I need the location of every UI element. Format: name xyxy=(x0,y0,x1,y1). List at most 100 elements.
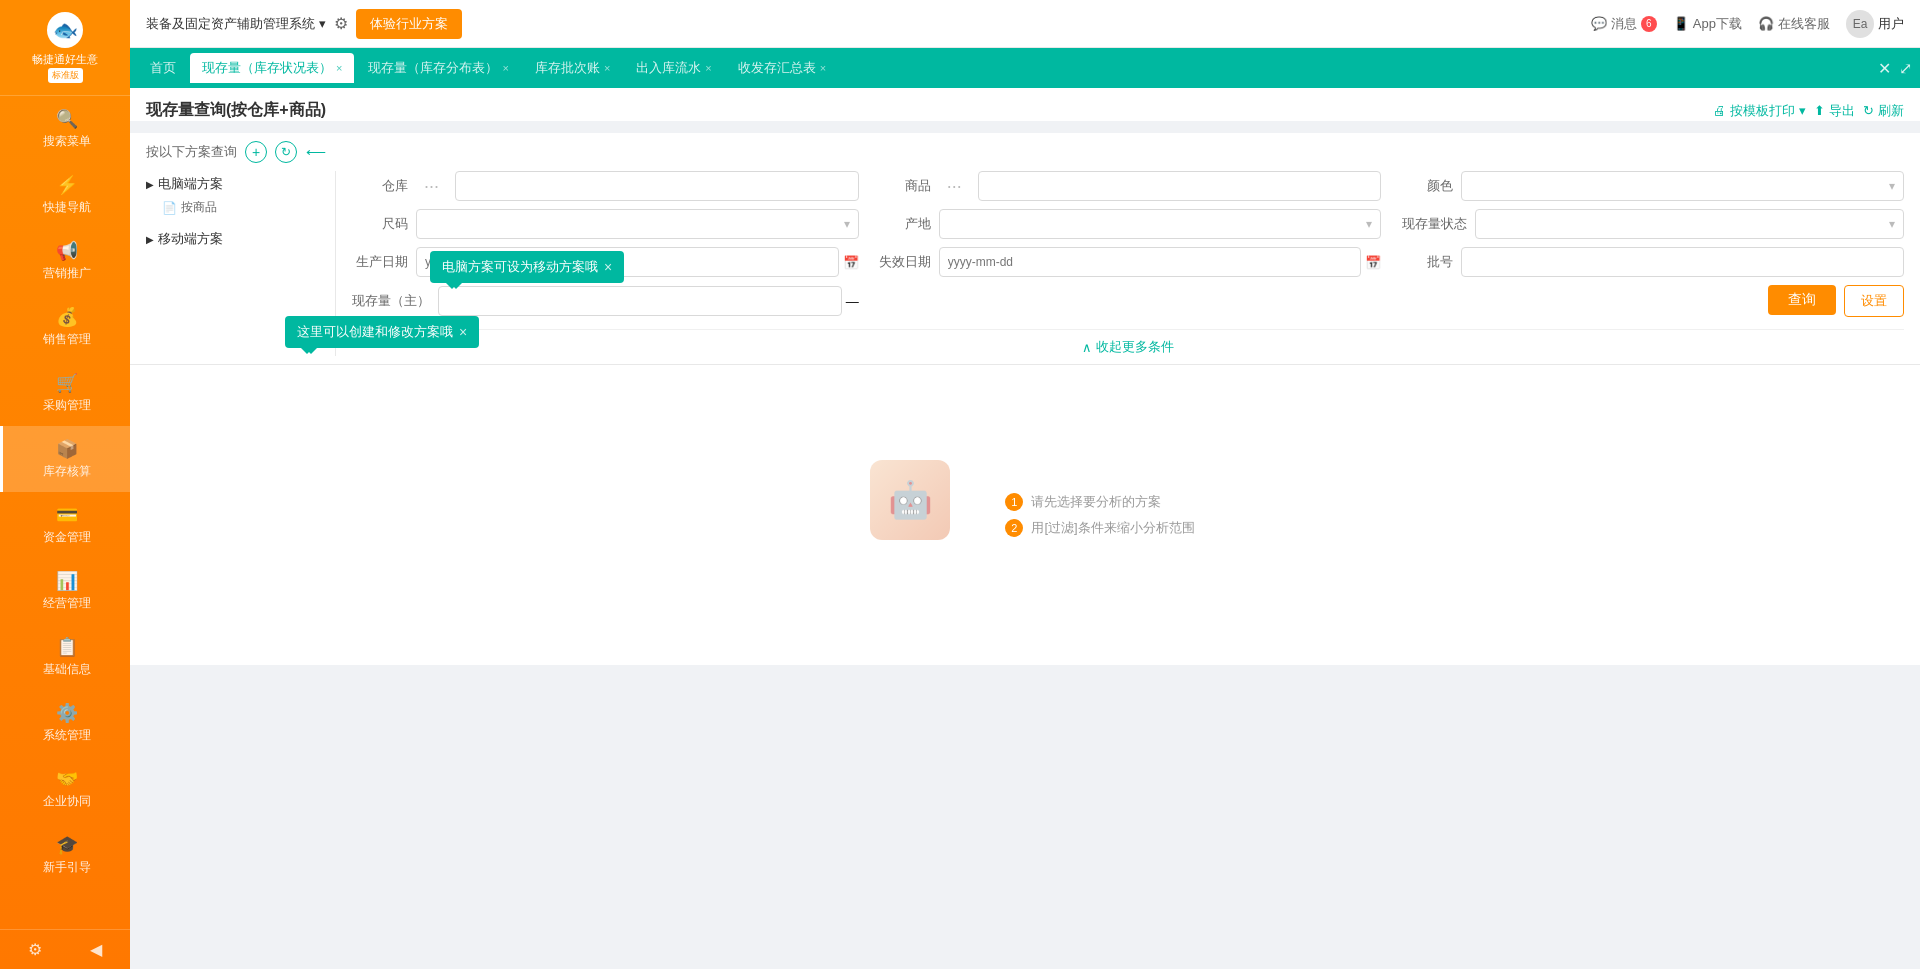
size-label: 尺码 xyxy=(352,215,408,233)
reset-button[interactable]: 设置 xyxy=(1844,285,1904,317)
desktop-scheme-item[interactable]: ▶ 电脑端方案 xyxy=(146,171,323,197)
empty-content: 🤖 1 请先选择要分析的方案 2 用[过滤]条件来缩小分析范围 xyxy=(855,460,1194,570)
mobile-scheme-item[interactable]: ▶ 移动端方案 xyxy=(146,226,323,252)
tooltip2-close-btn[interactable]: × xyxy=(459,324,467,340)
warehouse-input-wrapper[interactable] xyxy=(455,171,859,201)
stock-main-range: — xyxy=(438,286,859,316)
page-title-bar: 现存量查询(按仓库+商品) 🖨 按模板打印 ▾ ⬆ 导出 ↻ 刷新 xyxy=(146,100,1904,121)
expire-date-start[interactable] xyxy=(939,247,1362,277)
sidebar-bottom: ⚙ ◀ xyxy=(0,929,130,969)
sidebar-item-operations[interactable]: 📊 经营管理 xyxy=(0,558,130,624)
sidebar-item-marketing[interactable]: 📢 营销推广 xyxy=(0,228,130,294)
user-menu[interactable]: Ea 用户 xyxy=(1846,10,1904,38)
tab-close-icon[interactable]: × xyxy=(336,62,342,74)
top-header: 装备及固定资产辅助管理系统 ▾ ⚙ 体验行业方案 💬 消息 6 📱 App下载 … xyxy=(130,0,1920,48)
add-scheme-btn[interactable]: + xyxy=(245,141,267,163)
page-header-section: 现存量查询(按仓库+商品) 🖨 按模板打印 ▾ ⬆ 导出 ↻ 刷新 xyxy=(130,88,1920,121)
sidebar-item-system[interactable]: ⚙️ 系统管理 xyxy=(0,690,130,756)
finance-icon: 💳 xyxy=(56,504,78,526)
empty-step-1: 1 请先选择要分析的方案 xyxy=(1005,493,1194,511)
product-input-wrapper[interactable] xyxy=(978,171,1382,201)
tab-close-icon[interactable]: × xyxy=(705,62,711,74)
calendar-icon: 📅 xyxy=(843,255,859,270)
tab-inout-flow[interactable]: 出入库流水 × xyxy=(624,53,723,83)
desktop-sub-schemes: 📄 按商品 xyxy=(162,197,323,218)
settings-bottom-icon[interactable]: ⚙ xyxy=(28,940,42,959)
search-menu-icon: 🔍 xyxy=(56,108,78,130)
arrow-left-btn[interactable]: ⟵ xyxy=(305,141,327,163)
warehouse-label: 仓库 xyxy=(352,177,408,195)
collapse-sidebar-icon[interactable]: ◀ xyxy=(90,940,102,959)
edit-scheme-tooltip: 这里可以创建和修改方案哦 × xyxy=(285,316,479,348)
origin-select[interactable]: ▾ xyxy=(939,209,1382,239)
fullscreen-icon[interactable]: ⤢ xyxy=(1899,59,1912,78)
batch-input[interactable] xyxy=(1461,247,1904,277)
refresh-scheme-btn[interactable]: ↻ xyxy=(275,141,297,163)
close-all-tabs-icon[interactable]: ✕ xyxy=(1878,59,1891,78)
product-dots[interactable]: ··· xyxy=(939,177,970,195)
sidebar: 🐟 畅捷通好生意 标准版 🔍 搜索菜单 ⚡ 快捷导航 📢 营销推广 💰 销售管理… xyxy=(0,0,130,969)
system-title[interactable]: 装备及固定资产辅助管理系统 ▾ xyxy=(146,15,326,33)
sidebar-item-finance[interactable]: 💳 资金管理 xyxy=(0,492,130,558)
export-btn[interactable]: ⬆ 导出 xyxy=(1814,102,1855,120)
scheme-by-product[interactable]: 📄 按商品 xyxy=(162,197,323,218)
sidebar-item-inventory[interactable]: 📦 库存核算 xyxy=(0,426,130,492)
print-template-btn[interactable]: 🖨 按模板打印 ▾ xyxy=(1713,102,1806,120)
printer-icon: 🖨 xyxy=(1713,103,1726,118)
content-area: 现存量查询(按仓库+商品) 🖨 按模板打印 ▾ ⬆ 导出 ↻ 刷新 xyxy=(130,88,1920,969)
tab-close-icon[interactable]: × xyxy=(604,62,610,74)
tab-close-icon[interactable]: × xyxy=(820,62,826,74)
empty-steps-list: 1 请先选择要分析的方案 2 用[过滤]条件来缩小分析范围 xyxy=(1005,493,1194,537)
tab-bar-actions: ✕ ⤢ xyxy=(1878,59,1912,78)
sidebar-item-quick-nav[interactable]: ⚡ 快捷导航 xyxy=(0,162,130,228)
app-download-label: App下载 xyxy=(1693,15,1742,33)
warehouse-dots[interactable]: ··· xyxy=(416,177,447,195)
app-badge: 标准版 xyxy=(48,68,83,83)
sidebar-item-label: 快捷导航 xyxy=(43,199,91,216)
sidebar-item-purchase[interactable]: 🛒 采购管理 xyxy=(0,360,130,426)
operations-icon: 📊 xyxy=(56,570,78,592)
batch-field: 批号 xyxy=(1397,247,1904,277)
notice-icon: 💬 xyxy=(1591,16,1607,31)
produce-date-label: 生产日期 xyxy=(352,253,408,271)
experience-btn[interactable]: 体验行业方案 xyxy=(356,9,462,39)
sidebar-item-label: 新手引导 xyxy=(43,859,91,876)
collapse-btn[interactable]: ∧ 收起更多条件 xyxy=(1082,338,1174,356)
sub-scheme-label: 按商品 xyxy=(181,199,217,216)
tab-inventory-dist[interactable]: 现存量（库存分布表） × xyxy=(356,53,520,83)
chevron-right-icon: ▶ xyxy=(146,234,154,245)
chevron-down-icon: ▾ xyxy=(1889,217,1895,231)
tooltip1-close-btn[interactable]: × xyxy=(604,259,612,275)
tab-home[interactable]: 首页 xyxy=(138,53,188,83)
sidebar-item-search-menu[interactable]: 🔍 搜索菜单 xyxy=(0,96,130,162)
stock-status-field: 现存量状态 ▾ xyxy=(1397,209,1904,239)
print-template-label: 按模板打印 xyxy=(1730,102,1795,120)
sidebar-item-guide[interactable]: 🎓 新手引导 xyxy=(0,822,130,888)
export-label: 导出 xyxy=(1829,102,1855,120)
sidebar-item-label: 销售管理 xyxy=(43,331,91,348)
search-button[interactable]: 查询 xyxy=(1768,285,1836,315)
sidebar-item-basic-info[interactable]: 📋 基础信息 xyxy=(0,624,130,690)
tab-receive-summary[interactable]: 收发存汇总表 × xyxy=(726,53,838,83)
tab-inventory-status[interactable]: 现存量（库存状况表） × xyxy=(190,53,354,83)
stock-main-from[interactable] xyxy=(438,286,842,316)
sidebar-item-label: 系统管理 xyxy=(43,727,91,744)
tab-close-icon[interactable]: × xyxy=(502,62,508,74)
color-select[interactable]: ▾ xyxy=(1461,171,1904,201)
app-download-action[interactable]: 📱 App下载 xyxy=(1673,15,1742,33)
refresh-btn[interactable]: ↻ 刷新 xyxy=(1863,102,1904,120)
size-select[interactable]: ▾ xyxy=(416,209,859,239)
header-settings-icon[interactable]: ⚙ xyxy=(334,14,348,33)
tab-batch-account[interactable]: 库存批次账 × xyxy=(523,53,622,83)
sidebar-item-enterprise[interactable]: 🤝 企业协同 xyxy=(0,756,130,822)
origin-label: 产地 xyxy=(875,215,931,233)
notice-action[interactable]: 💬 消息 6 xyxy=(1591,15,1657,33)
sidebar-item-label: 企业协同 xyxy=(43,793,91,810)
stock-main-label: 现存量（主） xyxy=(352,292,430,310)
empty-state: 🤖 1 请先选择要分析的方案 2 用[过滤]条件来缩小分析范围 xyxy=(130,365,1920,665)
sidebar-item-sales[interactable]: 💰 销售管理 xyxy=(0,294,130,360)
stock-status-select[interactable]: ▾ xyxy=(1475,209,1904,239)
filter-row-1: 仓库 ··· 商品 ··· 颜色 xyxy=(352,171,1904,201)
chevron-up-icon: ∧ xyxy=(1082,340,1092,355)
online-support-action[interactable]: 🎧 在线客服 xyxy=(1758,15,1830,33)
